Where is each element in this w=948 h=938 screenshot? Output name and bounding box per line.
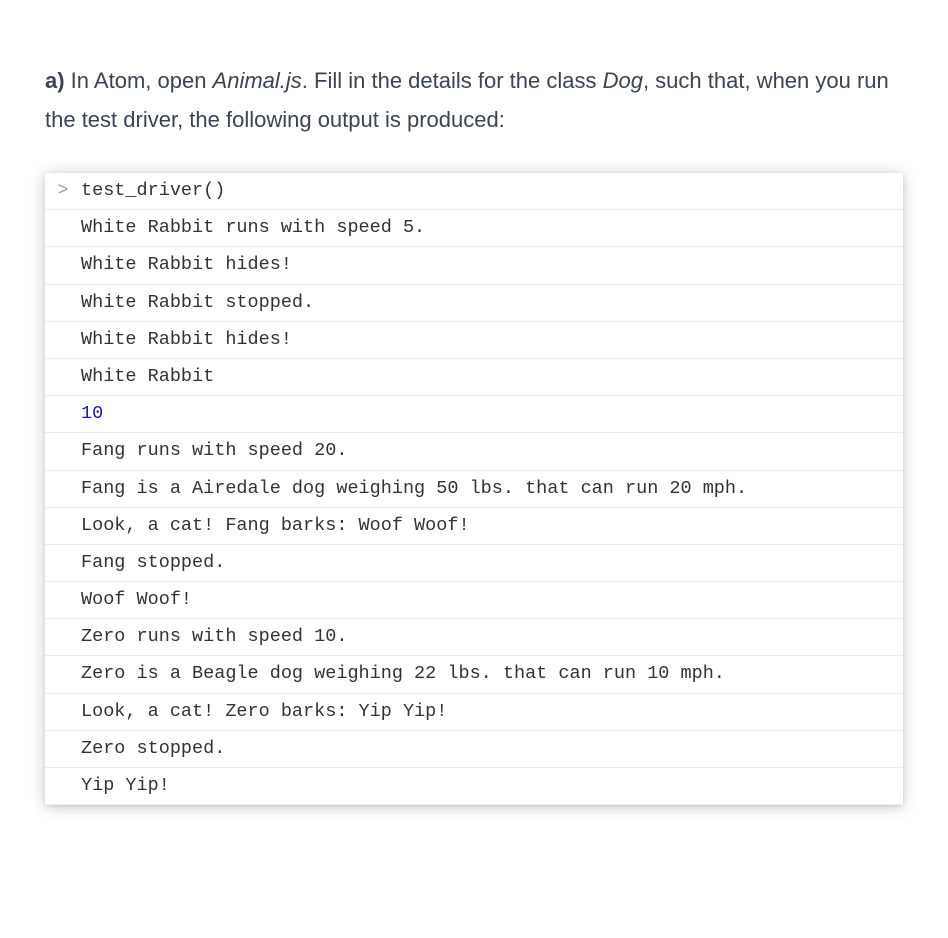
console-output-line: White Rabbit stopped. [45, 285, 903, 322]
console-output-text: Fang runs with speed 20. [81, 440, 347, 462]
question-instruction: a) In Atom, open Animal.js. Fill in the … [45, 62, 903, 139]
instruction-seg1: In Atom, open [65, 68, 213, 93]
console-gutter [45, 329, 81, 351]
console-output-line: Fang runs with speed 20. [45, 433, 903, 470]
filename: Animal.js [213, 68, 302, 93]
console-gutter [45, 552, 81, 574]
console-gutter [45, 478, 81, 500]
part-label: a) [45, 68, 65, 93]
console-output-line: Zero stopped. [45, 731, 903, 768]
console-output-line: Zero is a Beagle dog weighing 22 lbs. th… [45, 656, 903, 693]
console-input-text: test_driver() [81, 180, 225, 202]
console-gutter [45, 589, 81, 611]
console-output-text: Fang is a Airedale dog weighing 50 lbs. … [81, 478, 747, 500]
console-output-line: White Rabbit runs with speed 5. [45, 210, 903, 247]
console-gutter [45, 366, 81, 388]
console-gutter [45, 254, 81, 276]
console-output-text: White Rabbit runs with speed 5. [81, 217, 425, 239]
console-output-text: White Rabbit [81, 366, 214, 388]
console-output-line: 10 [45, 396, 903, 433]
console-output-line: Yip Yip! [45, 768, 903, 805]
console-output-text: White Rabbit hides! [81, 254, 292, 276]
console-gutter [45, 292, 81, 314]
console-output-line: Zero runs with speed 10. [45, 619, 903, 656]
console-output-text: 10 [81, 403, 103, 425]
console-gutter [45, 626, 81, 648]
console-output-line: White Rabbit hides! [45, 247, 903, 284]
console-output-text: Look, a cat! Fang barks: Woof Woof! [81, 515, 470, 537]
console-output-container: White Rabbit runs with speed 5. White Rab… [45, 210, 903, 805]
console-output-line: White Rabbit [45, 359, 903, 396]
console-output-line: White Rabbit hides! [45, 322, 903, 359]
console-gutter [45, 515, 81, 537]
console-output-line: Woof Woof! [45, 582, 903, 619]
console-output-text: Yip Yip! [81, 775, 170, 797]
console-output-text: Woof Woof! [81, 589, 192, 611]
console-gutter [45, 775, 81, 797]
console-output-text: Fang stopped. [81, 552, 225, 574]
prompt-chevron-icon: > [45, 180, 81, 202]
console-output-text: White Rabbit hides! [81, 329, 292, 351]
console-gutter [45, 440, 81, 462]
console-output-text: Zero stopped. [81, 738, 225, 760]
console-output-text: White Rabbit stopped. [81, 292, 314, 314]
console-output-line: Look, a cat! Zero barks: Yip Yip! [45, 694, 903, 731]
console-gutter [45, 217, 81, 239]
console-gutter [45, 738, 81, 760]
console-gutter [45, 403, 81, 425]
console-output-line: Fang is a Airedale dog weighing 50 lbs. … [45, 471, 903, 508]
console-input-line: > test_driver() [45, 173, 903, 210]
console-output-block: > test_driver() White Rabbit runs with s… [45, 173, 903, 805]
console-output-line: Fang stopped. [45, 545, 903, 582]
instruction-seg2: . Fill in the details for the class [302, 68, 603, 93]
console-output-line: Look, a cat! Fang barks: Woof Woof! [45, 508, 903, 545]
console-gutter [45, 663, 81, 685]
classname: Dog [603, 68, 643, 93]
console-output-text: Zero is a Beagle dog weighing 22 lbs. th… [81, 663, 725, 685]
console-gutter [45, 701, 81, 723]
console-output-text: Zero runs with speed 10. [81, 626, 347, 648]
console-output-text: Look, a cat! Zero barks: Yip Yip! [81, 701, 447, 723]
